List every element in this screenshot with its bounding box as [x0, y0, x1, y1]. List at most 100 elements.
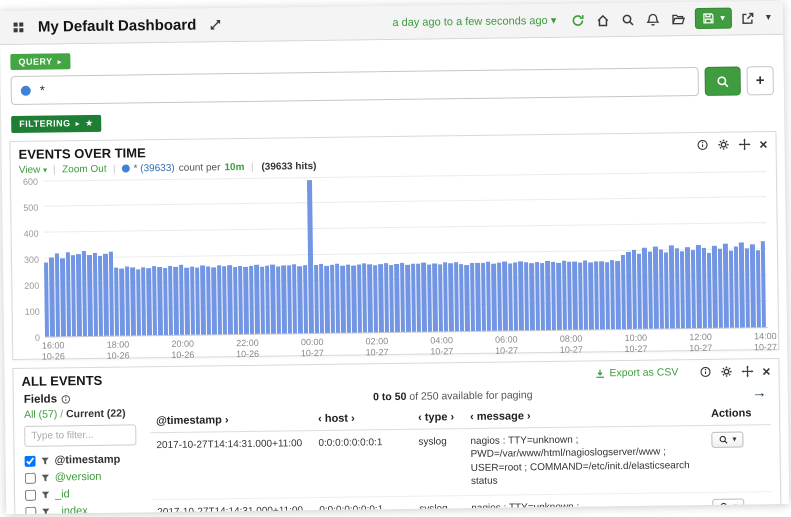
field-checkbox[interactable] [24, 472, 36, 484]
move-icon[interactable] [738, 138, 751, 151]
histogram-bar[interactable] [502, 261, 508, 331]
view-menu[interactable]: View ▾ [19, 164, 47, 175]
histogram-bar[interactable] [265, 265, 271, 334]
field-checkbox[interactable] [24, 455, 36, 467]
histogram-bar[interactable] [114, 267, 120, 336]
filtering-section-toggle[interactable]: FILTERING ▸ ★ [11, 114, 102, 133]
histogram-bar[interactable] [345, 264, 352, 333]
histogram-bar[interactable] [615, 261, 621, 329]
field-checkbox[interactable] [25, 506, 37, 515]
histogram-bar[interactable] [248, 265, 255, 334]
histogram-bar[interactable] [313, 265, 319, 333]
histogram-bar[interactable] [141, 266, 147, 335]
histogram-bar[interactable] [448, 263, 454, 331]
expand-arrows-icon[interactable] [207, 16, 224, 33]
histogram-bar[interactable] [529, 262, 535, 330]
histogram-bar[interactable] [432, 263, 438, 332]
histogram-bar[interactable] [270, 264, 276, 334]
histogram-bar[interactable] [561, 261, 567, 330]
histogram-bar[interactable] [486, 261, 492, 331]
histogram-bar[interactable] [464, 264, 470, 331]
histogram-bar[interactable] [426, 264, 433, 332]
home-icon[interactable] [594, 11, 612, 29]
row-action-button[interactable]: ▾ [712, 497, 745, 515]
histogram-bar[interactable] [178, 265, 185, 335]
histogram-bar[interactable] [297, 265, 303, 333]
histogram-bar[interactable] [151, 265, 158, 335]
histogram-bar[interactable] [259, 266, 265, 334]
histogram-bar[interactable] [275, 266, 282, 334]
field-name[interactable]: _id [55, 488, 70, 500]
field-name[interactable]: @version [55, 471, 102, 484]
histogram-bar[interactable] [513, 262, 519, 330]
histogram-bar[interactable] [292, 263, 298, 333]
filter-funnel-icon[interactable] [41, 507, 50, 515]
close-icon[interactable]: × [759, 136, 767, 152]
query-search-button[interactable] [704, 66, 741, 96]
histogram-bar[interactable] [437, 264, 443, 331]
histogram-bar[interactable] [540, 263, 546, 330]
histogram-bar[interactable] [491, 263, 497, 331]
share-icon[interactable] [739, 9, 757, 27]
fields-all-link[interactable]: All (57) [24, 408, 57, 420]
add-query-button[interactable]: + [746, 66, 774, 96]
histogram-bar[interactable] [577, 262, 584, 330]
filter-funnel-icon[interactable] [41, 473, 50, 482]
info-icon[interactable] [61, 394, 71, 404]
histogram-bar[interactable] [394, 264, 400, 332]
histogram-bar[interactable] [760, 241, 767, 327]
field-checkbox[interactable] [25, 489, 37, 501]
query-input[interactable] [39, 74, 689, 98]
histogram-bar[interactable] [124, 266, 131, 336]
histogram-bar[interactable] [281, 265, 287, 333]
zoom-out-link[interactable]: Zoom Out [62, 163, 107, 175]
save-button[interactable]: ▾ [695, 7, 733, 30]
filter-funnel-icon[interactable] [41, 490, 50, 499]
histogram-bar[interactable] [604, 262, 610, 329]
histogram-bar[interactable] [195, 267, 201, 335]
column-header-host[interactable]: ‹ host › [311, 408, 413, 431]
info-icon[interactable] [699, 366, 711, 378]
histogram-bar[interactable] [351, 265, 357, 333]
histogram-bar[interactable] [205, 266, 212, 334]
histogram-bar[interactable] [146, 267, 152, 335]
histogram-bar[interactable] [302, 264, 309, 333]
time-range-picker[interactable]: a day ago to a few seconds ago ▾ [392, 14, 556, 29]
close-icon[interactable]: × [762, 363, 770, 379]
histogram-bar[interactable] [566, 262, 573, 330]
histogram-bar[interactable] [610, 260, 616, 329]
histogram-bar[interactable] [356, 264, 363, 332]
histogram-bar[interactable] [421, 262, 427, 332]
histogram-bar[interactable] [362, 263, 368, 332]
histogram-bar[interactable] [550, 261, 557, 330]
histogram-bar[interactable] [583, 260, 589, 330]
histogram-bar[interactable] [319, 264, 325, 333]
legend-query[interactable]: * (39633) [134, 162, 175, 174]
field-name[interactable]: @timestamp [55, 454, 121, 467]
histogram-bar[interactable] [572, 261, 578, 330]
histogram-bar[interactable] [410, 263, 416, 332]
filter-funnel-icon[interactable] [41, 456, 50, 465]
legend-color-dot[interactable] [121, 164, 130, 173]
histogram-bar[interactable] [588, 261, 594, 329]
star-icon[interactable]: ★ [85, 117, 94, 128]
field-filter-input[interactable] [24, 423, 137, 447]
histogram-bar[interactable] [475, 263, 481, 331]
histogram-bar[interactable] [184, 268, 190, 335]
dashboard-grid-icon[interactable] [10, 19, 27, 36]
gear-icon[interactable] [720, 366, 732, 378]
paging-next-arrow[interactable]: → [752, 384, 767, 401]
histogram-bar[interactable] [238, 265, 244, 334]
histogram-bar[interactable] [335, 263, 341, 333]
histogram-bar[interactable] [119, 268, 125, 336]
info-icon[interactable] [696, 139, 708, 151]
histogram-bar[interactable] [453, 261, 460, 331]
histogram-bar[interactable] [189, 266, 195, 335]
histogram-bar[interactable] [168, 266, 174, 335]
histogram-bar[interactable] [130, 267, 136, 335]
histogram-bar[interactable] [227, 264, 233, 334]
histogram-bar[interactable] [372, 265, 379, 332]
histogram-bar[interactable] [329, 264, 336, 333]
histogram-bar[interactable] [405, 264, 411, 332]
histogram-bar[interactable] [480, 262, 486, 331]
